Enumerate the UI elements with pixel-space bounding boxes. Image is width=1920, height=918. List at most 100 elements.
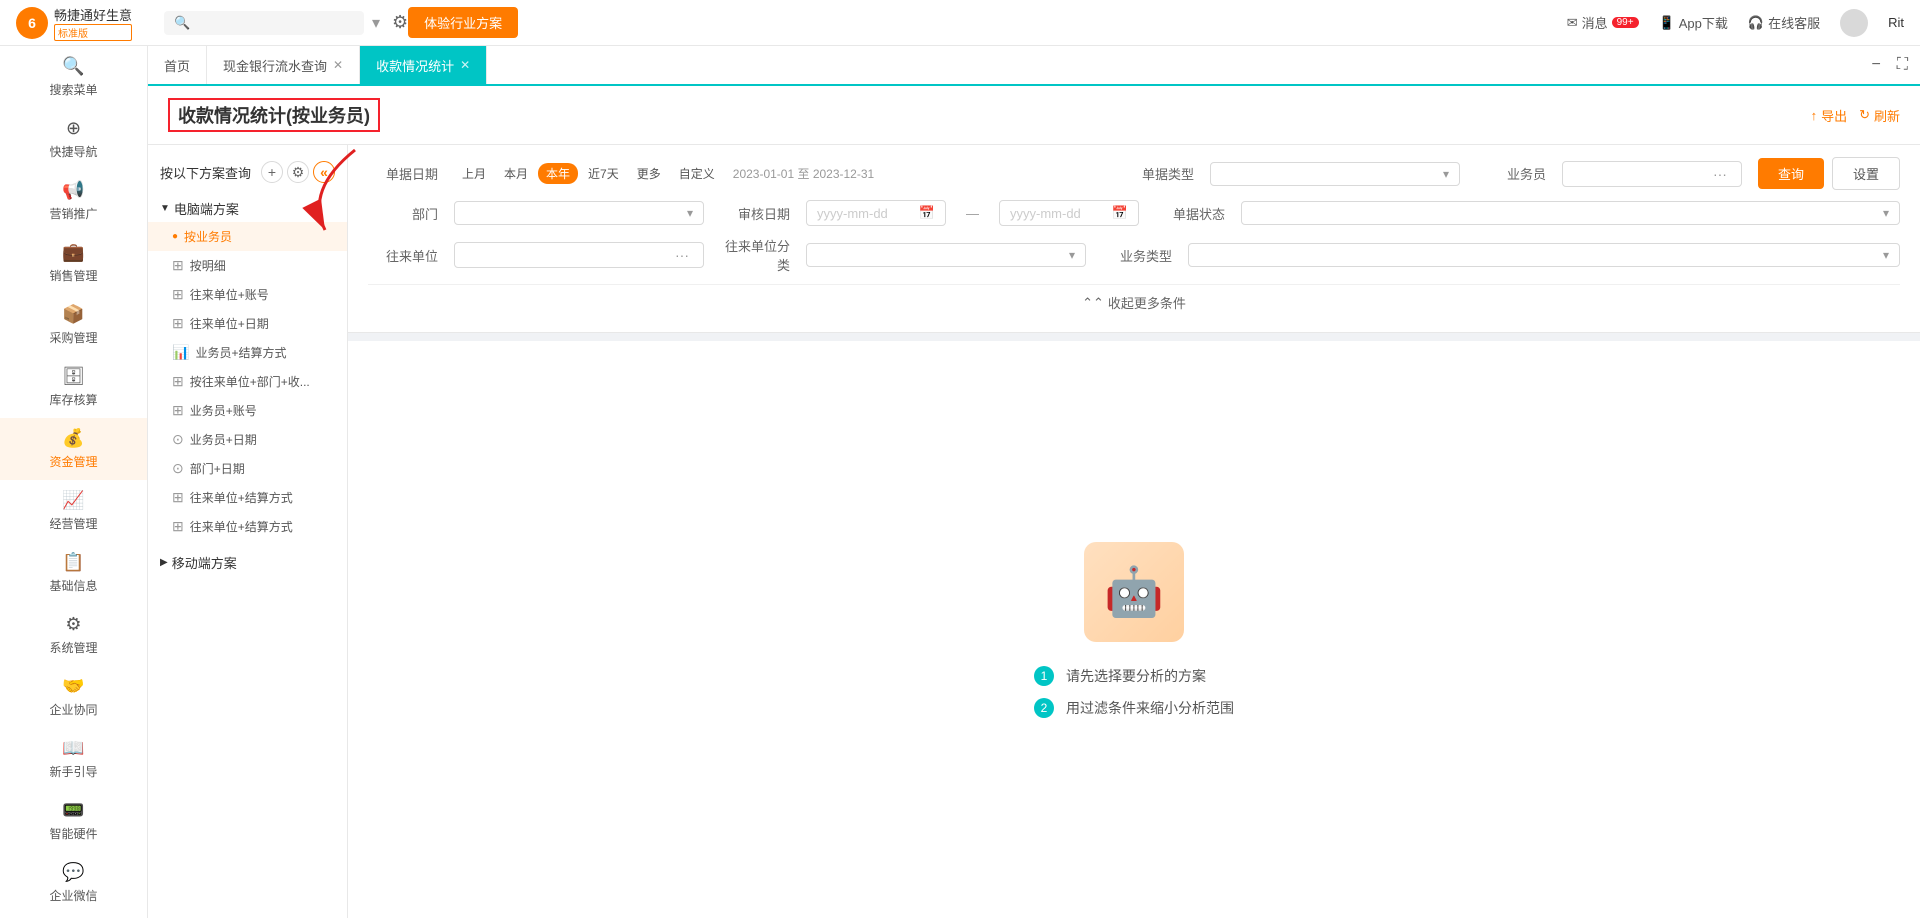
- minimize-btn[interactable]: −: [1867, 52, 1884, 78]
- sidebar-item-guide[interactable]: 📖 新手引导: [0, 728, 147, 790]
- export-btn[interactable]: ↑ 导出: [1811, 106, 1848, 125]
- finance-icon: 💰: [62, 428, 84, 449]
- user-avatar[interactable]: [1840, 9, 1868, 37]
- enterprise-icon: 🤝: [62, 676, 84, 697]
- sidebar-item-basic-info[interactable]: 📋 基础信息: [0, 542, 147, 604]
- tree-mobile-header[interactable]: ▶ 移动端方案: [148, 549, 347, 576]
- tab-collection-close[interactable]: ✕: [460, 59, 470, 71]
- gear-scheme-btn[interactable]: ⚙: [287, 161, 309, 183]
- panel-header: 按以下方案查询 + ⚙ «: [148, 153, 347, 191]
- tree-item-staff-settlement[interactable]: 📊 业务员+结算方式: [148, 338, 347, 367]
- tab-bank-flow-close[interactable]: ✕: [333, 59, 343, 71]
- doc-type-select[interactable]: ▾: [1210, 162, 1460, 186]
- staff-select[interactable]: ···: [1562, 161, 1742, 187]
- tree-item-partner-date[interactable]: ⊞ 往来单位+日期: [148, 309, 347, 338]
- tab-collection[interactable]: 收款情况统计 ✕: [360, 46, 487, 84]
- sidebar-label-search: 搜索菜单: [49, 81, 97, 98]
- search-box[interactable]: 🔍: [164, 11, 364, 35]
- tree-item-staff-account[interactable]: ⊞ 业务员+账号: [148, 396, 347, 425]
- step-2-num: 2: [1034, 698, 1054, 718]
- doc-status-arrow-icon: ▾: [1883, 206, 1889, 220]
- dept-arrow-icon: ▾: [687, 206, 693, 220]
- tree-item-dept-date[interactable]: ⊙ 部门+日期: [148, 454, 347, 483]
- search-input[interactable]: [196, 15, 336, 30]
- maximize-btn[interactable]: ⛶: [1893, 52, 1912, 78]
- partner-dots-icon[interactable]: ···: [671, 247, 693, 263]
- query-btn[interactable]: 查询: [1758, 158, 1824, 189]
- doc-status-select[interactable]: ▾: [1241, 201, 1900, 225]
- active-dot-icon: ●: [172, 231, 178, 242]
- calendar-end-icon[interactable]: 📅: [1112, 205, 1128, 221]
- step-1-text: 请先选择要分析的方案: [1066, 666, 1206, 686]
- partner-category-select[interactable]: ▾: [806, 243, 1086, 267]
- sidebar-item-wechat[interactable]: 💬 企业微信: [0, 852, 147, 914]
- sidebar-item-operations[interactable]: 📈 经营管理: [0, 480, 147, 542]
- tree-item-partner-settle1[interactable]: ⊞ 往来单位+结算方式: [148, 483, 347, 512]
- tab-bar: 首页 现金银行流水查询 ✕ 收款情况统计 ✕ − ⛶: [148, 46, 1920, 86]
- sidebar-item-smart-hw[interactable]: 📟 智能硬件: [0, 790, 147, 852]
- dept-select[interactable]: ▾: [454, 201, 704, 225]
- logo-text: 畅捷通好生意: [54, 5, 132, 24]
- sidebar-item-system[interactable]: ⚙ 系统管理: [0, 604, 147, 666]
- date-tab-this-year[interactable]: 本年: [538, 163, 578, 184]
- sidebar-item-member[interactable]: V 畅会员: [0, 914, 147, 918]
- audit-date-end[interactable]: yyyy-mm-dd 📅: [999, 200, 1139, 226]
- sidebar-item-enterprise[interactable]: 🤝 企业协同: [0, 666, 147, 728]
- step-2-text: 用过滤条件来缩小分析范围: [1066, 698, 1234, 718]
- tab-home[interactable]: 首页: [148, 46, 207, 84]
- bot-illustration: 🤖: [1104, 563, 1164, 620]
- sidebar-label-guide: 新手引导: [49, 763, 97, 780]
- biz-type-select[interactable]: ▾: [1188, 243, 1900, 267]
- tree-desktop-label: 电脑端方案: [174, 199, 239, 218]
- tree-item-by-staff[interactable]: ● 按业务员: [148, 222, 347, 251]
- add-scheme-btn[interactable]: +: [261, 161, 283, 183]
- calendar-start-icon[interactable]: 📅: [919, 205, 935, 221]
- filter-actions: 查询 设置: [1758, 157, 1900, 190]
- user-name: Rit: [1888, 15, 1904, 30]
- sidebar-label-enterprise: 企业协同: [49, 701, 97, 718]
- dropdown-arrow-icon[interactable]: ▾: [372, 13, 380, 33]
- date-tab-last-month[interactable]: 上月: [454, 163, 494, 184]
- logo-badge: 标准版: [54, 24, 132, 41]
- date-tab-custom[interactable]: 自定义: [671, 163, 723, 184]
- sales-icon: 💼: [62, 242, 84, 263]
- collapse-panel-btn[interactable]: «: [313, 161, 335, 183]
- header-right: ✉ 消息 99+ 📱 App下载 🎧 在线客服 Rit: [1567, 9, 1904, 37]
- date-tab-7days[interactable]: 近7天: [580, 163, 627, 184]
- tree-item-staff-date[interactable]: ⊙ 业务员+日期: [148, 425, 347, 454]
- operations-icon: 📈: [62, 490, 84, 511]
- sidebar-item-quick-nav[interactable]: ⊕ 快捷导航: [0, 108, 147, 170]
- app-download-label: App下载: [1679, 13, 1728, 32]
- app-download-item[interactable]: 📱 App下载: [1659, 13, 1728, 32]
- tree-expand-icon: ▼: [160, 203, 170, 214]
- tree-item-partner-settle2[interactable]: ⊞ 往来单位+结算方式: [148, 512, 347, 541]
- audit-date-start[interactable]: yyyy-mm-dd 📅: [806, 200, 946, 226]
- tree-item-by-detail[interactable]: ⊞ 按明细: [148, 251, 347, 280]
- sidebar-item-purchase[interactable]: 📦 采购管理: [0, 294, 147, 356]
- collapse-more-btn[interactable]: ⌃⌃ 收起更多条件: [368, 284, 1900, 320]
- panel-header-label: 按以下方案查询: [160, 163, 251, 182]
- partner-select[interactable]: ···: [454, 242, 704, 268]
- sidebar-item-marketing[interactable]: 📢 营销推广: [0, 170, 147, 232]
- setting-btn[interactable]: 设置: [1832, 157, 1900, 190]
- sidebar-item-sales[interactable]: 💼 销售管理: [0, 232, 147, 294]
- tree-desktop-header[interactable]: ▼ 电脑端方案: [148, 195, 347, 222]
- tree-item-partner-dept[interactable]: ⊞ 按往来单位+部门+收...: [148, 367, 347, 396]
- staff-dots-icon[interactable]: ···: [1709, 166, 1731, 182]
- detail-icon: ⊞: [172, 257, 184, 274]
- sidebar-item-finance[interactable]: 💰 资金管理: [0, 418, 147, 480]
- tree-item-partner-account[interactable]: ⊞ 往来单位+账号: [148, 280, 347, 309]
- trial-industry-btn[interactable]: 体验行业方案: [408, 7, 518, 38]
- gear-settings-icon[interactable]: ⚙: [392, 12, 408, 33]
- refresh-btn[interactable]: ↻ 刷新: [1859, 106, 1900, 125]
- sidebar-item-search-menu[interactable]: 🔍 搜索菜单: [0, 46, 147, 108]
- messages-item[interactable]: ✉ 消息 99+: [1567, 13, 1639, 32]
- date-tab-this-month[interactable]: 本月: [496, 163, 536, 184]
- tab-home-label: 首页: [164, 56, 190, 75]
- sidebar-item-inventory[interactable]: 🗄 库存核算: [0, 356, 147, 418]
- date-tab-more[interactable]: 更多: [629, 163, 669, 184]
- export-icon: ↑: [1811, 108, 1818, 123]
- tab-bank-flow[interactable]: 现金银行流水查询 ✕: [207, 46, 360, 84]
- inventory-icon: 🗄: [62, 366, 85, 387]
- online-service-item[interactable]: 🎧 在线客服: [1748, 13, 1820, 32]
